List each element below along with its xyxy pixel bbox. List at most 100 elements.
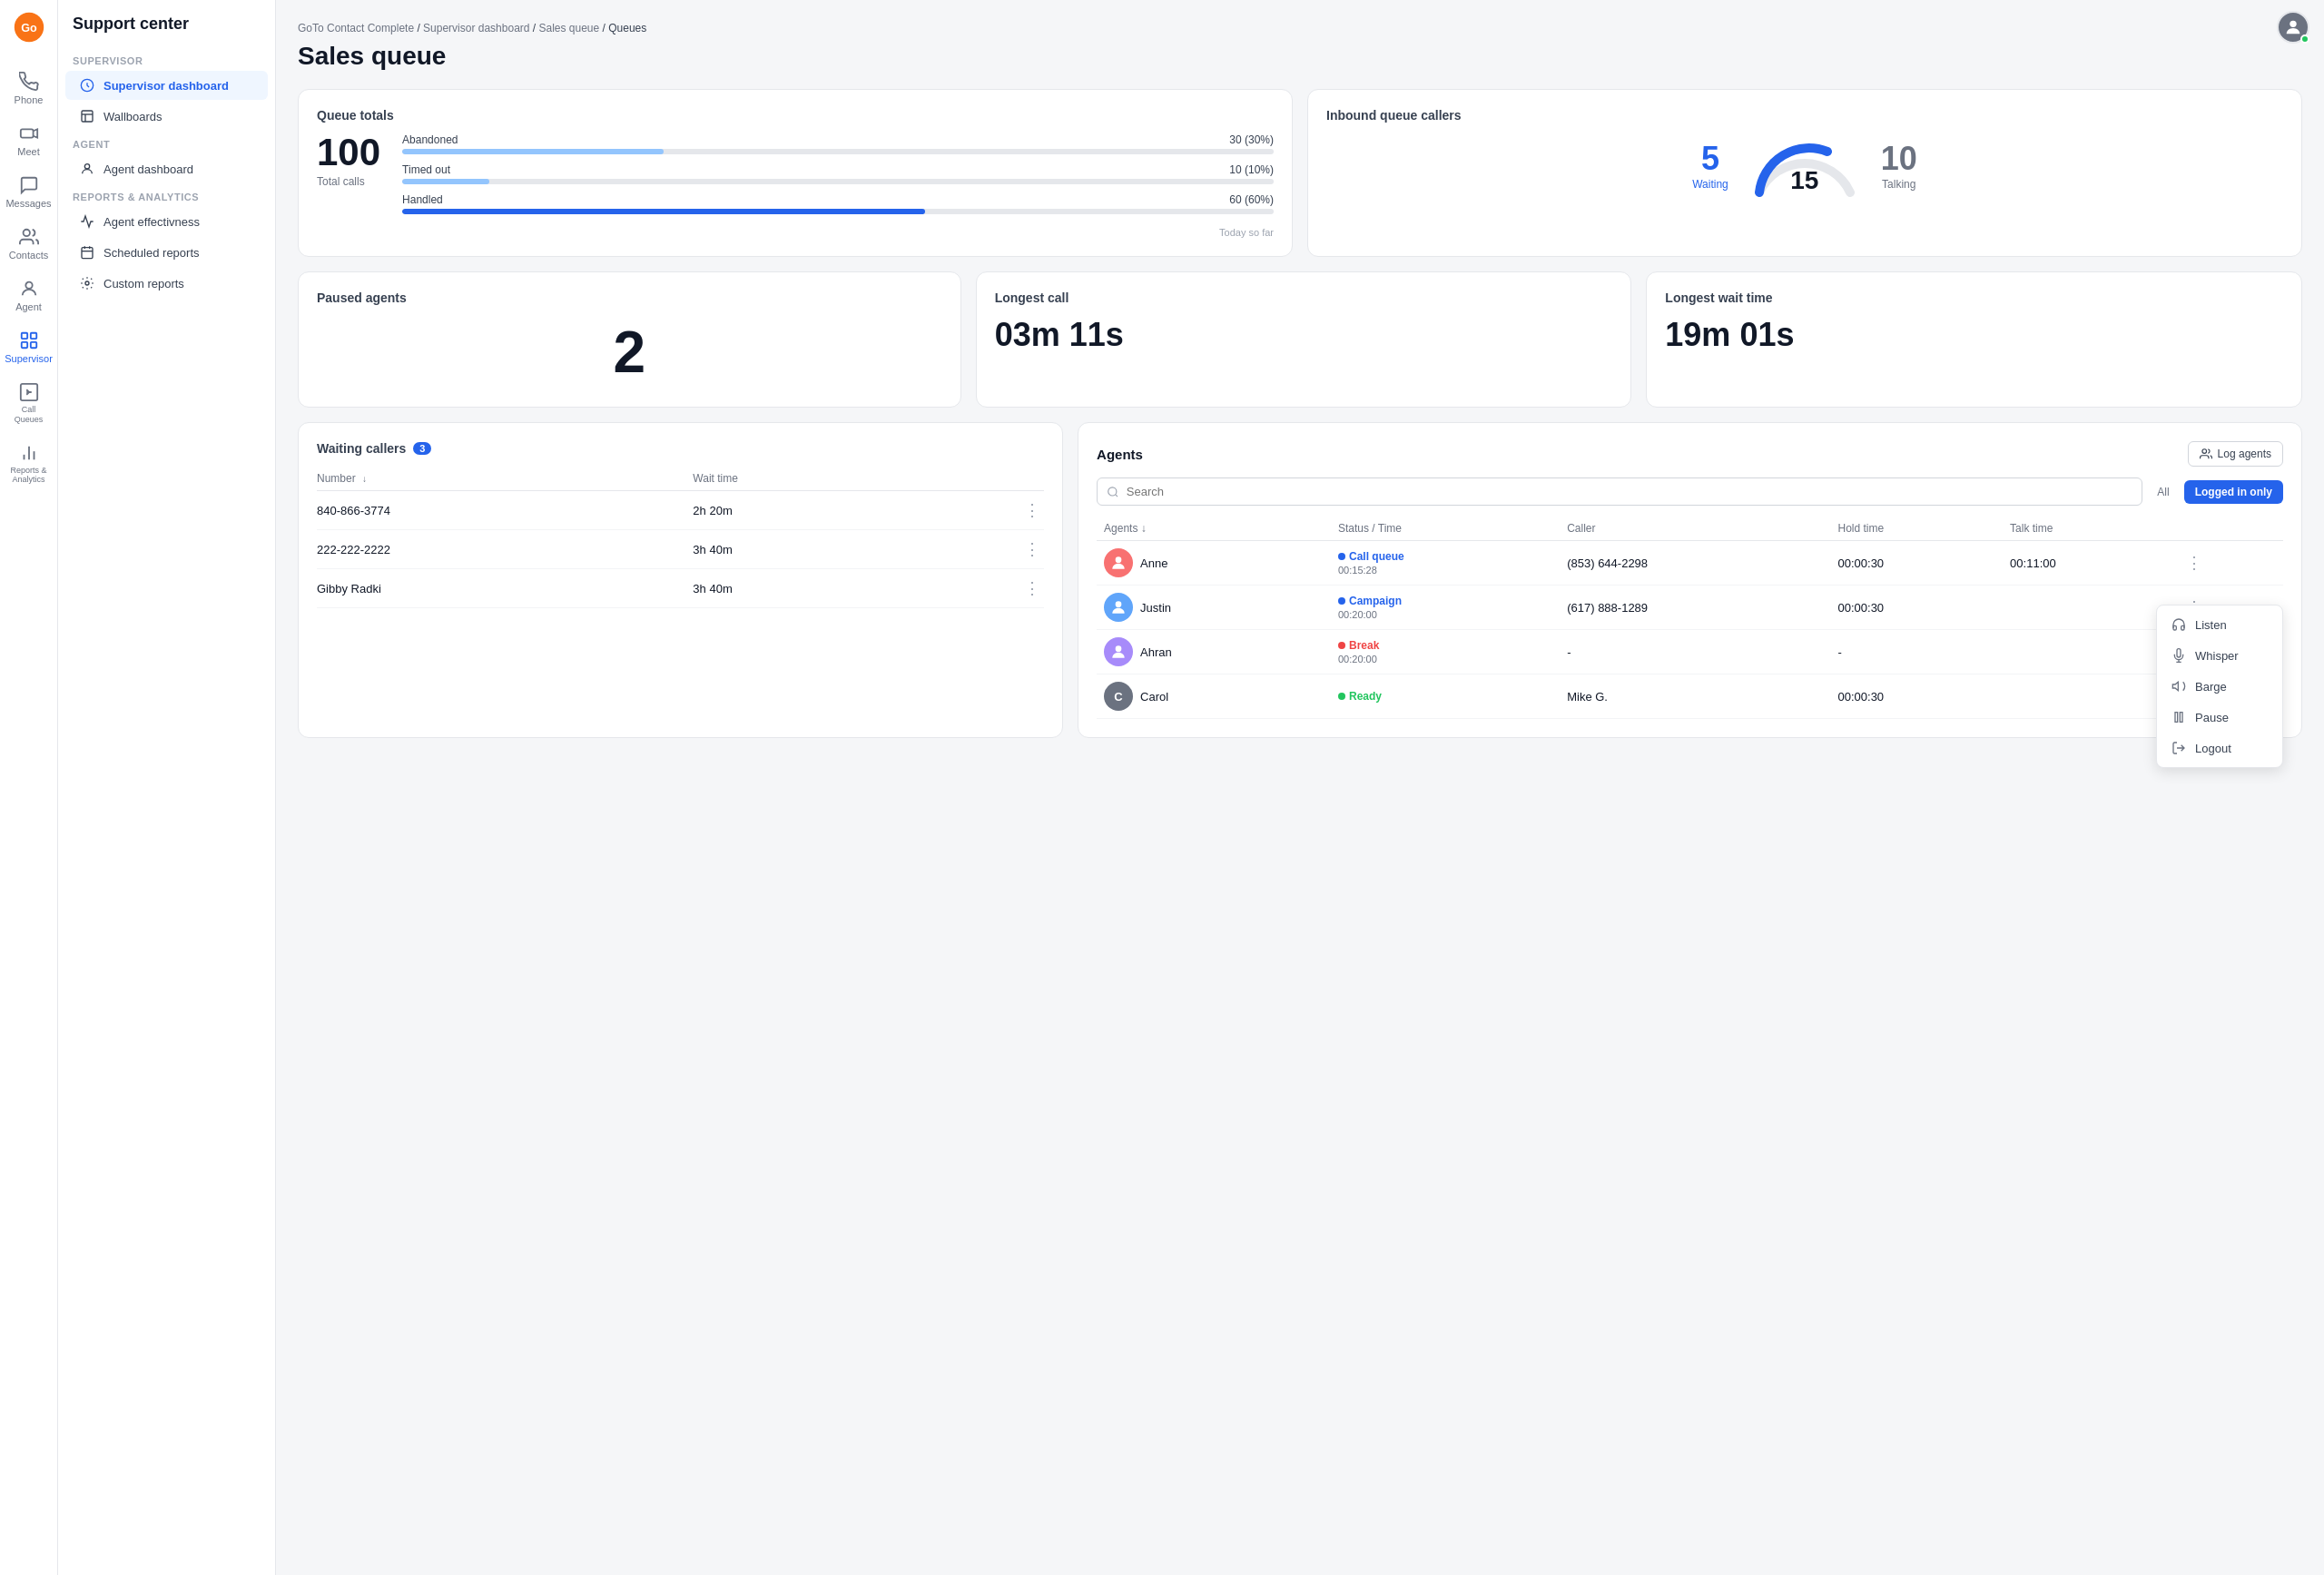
context-menu-logout[interactable]: Logout: [2157, 733, 2282, 763]
filter-all[interactable]: All: [2150, 480, 2176, 504]
sidebar-item-custom-reports[interactable]: Custom reports: [65, 269, 268, 298]
wait-time: 2h 20m: [693, 491, 923, 530]
col-number[interactable]: Number ↓: [317, 467, 693, 491]
wait-time: 3h 40m: [693, 530, 923, 569]
breadcrumb-sales-queue[interactable]: Sales queue: [539, 22, 600, 34]
search-input[interactable]: [1127, 485, 2133, 498]
agent-menu-button[interactable]: ⋮: [2182, 552, 2206, 574]
table-row: C Carol Ready Mike G. 00:00:30 ⋮: [1097, 674, 2283, 719]
abandoned-label: Abandoned: [402, 133, 458, 146]
row-menu-button[interactable]: ⋮: [1020, 499, 1044, 521]
queue-totals-card: Queue totals 100 Total calls Abandoned 3…: [298, 89, 1293, 257]
timedout-bar-track: [402, 179, 1274, 184]
context-menu-whisper[interactable]: Whisper: [2157, 640, 2282, 671]
table-row: 840-866-3774 2h 20m ⋮: [317, 491, 1044, 530]
svg-rect-19: [82, 248, 93, 259]
section-label-supervisor: Supervisor: [58, 48, 275, 70]
longest-wait-value: 19m 01s: [1665, 316, 2283, 354]
timedout-bar-fill: [402, 179, 489, 184]
sidebar-item-supervisor-dashboard[interactable]: Supervisor dashboard: [65, 71, 268, 100]
svg-point-24: [2202, 449, 2207, 454]
agents-card: Agents Log agents All Logged in only: [1078, 422, 2302, 738]
supervisor-dashboard-label: Supervisor dashboard: [103, 79, 229, 93]
handled-bar-track: [402, 209, 1274, 214]
status-label: Campaign: [1338, 595, 1552, 607]
sidebar-item-wallboards[interactable]: Wallboards: [65, 102, 268, 131]
menu-item-label: Whisper: [2195, 649, 2239, 663]
row-menu-button[interactable]: ⋮: [1020, 538, 1044, 560]
col-wait-time: Wait time: [693, 467, 923, 491]
status-dot: [1338, 693, 1345, 700]
col-agents[interactable]: Agents ↓: [1097, 517, 1331, 541]
agent-dashboard-label: Agent dashboard: [103, 162, 193, 176]
timedout-value: 10 (10%): [1229, 163, 1274, 176]
caller-cell: -: [1560, 630, 1830, 674]
talk-time-cell: [2003, 630, 2174, 674]
col-status: Status / Time: [1331, 517, 1560, 541]
sidebar-item-meet[interactable]: Meet: [4, 116, 54, 164]
longest-call-title: Longest call: [995, 290, 1613, 305]
svg-rect-15: [82, 111, 93, 122]
wallboards-label: Wallboards: [103, 110, 162, 123]
bottom-row: Waiting callers 3 Number ↓ Wait time 840…: [298, 422, 2302, 738]
hold-time-cell: 00:00:30: [1830, 674, 2003, 719]
custom-reports-label: Custom reports: [103, 277, 184, 290]
log-agents-button[interactable]: Log agents: [2188, 441, 2283, 467]
goto-logo[interactable]: Go: [13, 11, 45, 46]
total-calls-number: 100: [317, 133, 380, 172]
sidebar-item-supervisor[interactable]: Supervisor: [4, 323, 54, 371]
icon-bar: Go Phone Meet Messages Contacts Agent Su…: [0, 0, 58, 1575]
breadcrumb-queues: Queues: [608, 22, 646, 34]
menu-item-label: Logout: [2195, 742, 2231, 755]
svg-marker-30: [2172, 682, 2178, 690]
sidebar-item-messages[interactable]: Messages: [4, 168, 54, 216]
hold-time-cell: -: [1830, 630, 2003, 674]
avatar: C: [1104, 682, 1133, 711]
main-content: GoTo Contact Complete / Supervisor dashb…: [276, 0, 2324, 1575]
context-menu-listen[interactable]: Listen: [2157, 609, 2282, 640]
sidebar-item-agent-effectiveness[interactable]: Agent effectivness: [65, 207, 268, 236]
sidebar-item-contacts[interactable]: Contacts: [4, 220, 54, 268]
breadcrumb-supervisor[interactable]: Supervisor dashboard: [423, 22, 529, 34]
status-time: 00:15:28: [1338, 565, 1552, 576]
status-label: Break: [1338, 639, 1552, 652]
filter-logged-in[interactable]: Logged in only: [2184, 480, 2283, 504]
messages-label: Messages: [5, 198, 51, 209]
col-caller: Caller: [1560, 517, 1830, 541]
hold-time-cell: 00:00:30: [1830, 586, 2003, 630]
gauge-center-number: 15: [1790, 166, 1818, 195]
context-menu-pause[interactable]: Pause: [2157, 702, 2282, 733]
agent-name: Anne: [1140, 556, 1167, 570]
context-menu: Listen Whisper BargePause Logout: [2156, 605, 2283, 768]
breadcrumb-goto[interactable]: GoTo Contact Complete: [298, 22, 414, 34]
scheduled-reports-label: Scheduled reports: [103, 246, 200, 260]
status-dot: [1338, 553, 1345, 560]
inbound-card: Inbound queue callers 5 Waiting 15: [1307, 89, 2302, 257]
caller-number: Gibby Radki: [317, 569, 693, 608]
sidebar-item-agent[interactable]: Agent: [4, 271, 54, 320]
sidebar-item-call-queues[interactable]: Call Queues: [4, 375, 54, 432]
abandoned-bar-fill: [402, 149, 664, 154]
today-label: Today so far: [402, 227, 1274, 238]
sidebar-item-scheduled-reports[interactable]: Scheduled reports: [65, 238, 268, 267]
breadcrumb: GoTo Contact Complete / Supervisor dashb…: [298, 22, 2302, 34]
agents-title: Agents: [1097, 447, 1143, 462]
context-menu-barge[interactable]: Barge: [2157, 671, 2282, 702]
agents-sort-icon: ↓: [1141, 522, 1147, 535]
table-row: Ahran Break 00:20:00 - - ⋮: [1097, 630, 2283, 674]
total-calls-label: Total calls: [317, 175, 380, 188]
svg-line-26: [1116, 494, 1118, 496]
svg-rect-8: [21, 342, 26, 348]
log-agents-label: Log agents: [2218, 448, 2271, 460]
sidebar-item-reports[interactable]: Reports & Analytics: [4, 436, 54, 493]
menu-item-label: Listen: [2195, 618, 2227, 632]
sidebar-item-phone[interactable]: Phone: [4, 64, 54, 113]
talk-time-cell: [2003, 586, 2174, 630]
contacts-label: Contacts: [9, 250, 48, 261]
svg-point-29: [1116, 645, 1122, 652]
svg-rect-9: [30, 342, 35, 348]
longest-wait-title: Longest wait time: [1665, 290, 2283, 305]
sidebar-item-agent-dashboard[interactable]: Agent dashboard: [65, 154, 268, 183]
svg-point-23: [85, 281, 89, 285]
row-menu-button[interactable]: ⋮: [1020, 577, 1044, 599]
